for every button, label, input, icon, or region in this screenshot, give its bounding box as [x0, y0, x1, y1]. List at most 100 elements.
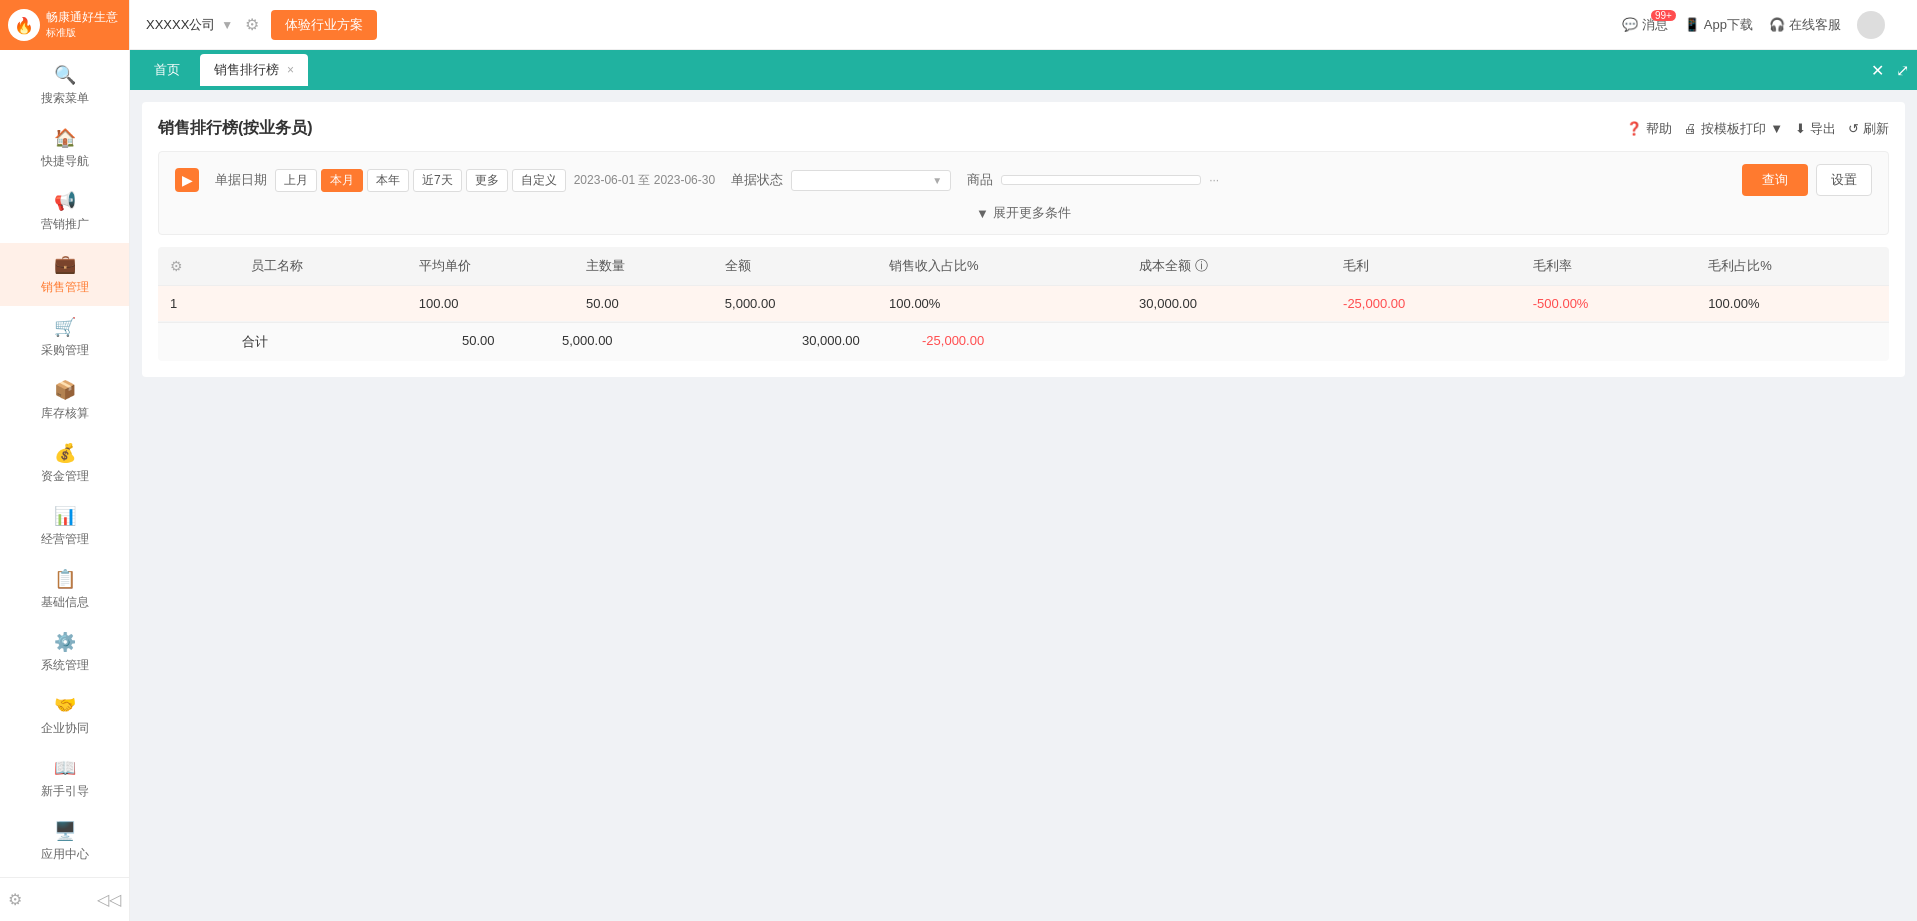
operation-icon: 📊	[54, 505, 76, 527]
cell-gross-rate: -500.00%	[1521, 286, 1696, 322]
sidebar-nav: 🔍 搜索菜单 🏠 快捷导航 📢 营销推广 💼 销售管理 🛒 采购管理 📦 库存核…	[0, 50, 129, 877]
basic-info-icon: 📋	[54, 568, 76, 590]
message-button[interactable]: 💬 消息 99+	[1622, 16, 1668, 34]
sidebar-item-finance[interactable]: 💰 资金管理	[0, 432, 129, 495]
filter-row: ▶ 单据日期 上月 本月 本年 近7天 更多 自定义 2023-06-01 至 …	[175, 164, 1872, 196]
headset-icon: 🎧	[1769, 17, 1785, 32]
company-selector[interactable]: XXXXX公司 ▼	[146, 16, 233, 34]
th-settings: ⚙	[158, 247, 239, 286]
expand-down-icon: ▼	[976, 206, 989, 221]
filter-expand-row: ▼ 展开更多条件	[175, 204, 1872, 222]
status-label: 单据状态	[731, 171, 783, 189]
goods-input[interactable]	[1001, 175, 1201, 185]
status-select[interactable]: ▼	[791, 170, 951, 191]
sidebar-item-system[interactable]: ⚙️ 系统管理	[0, 621, 129, 684]
export-button[interactable]: ⬇ 导出	[1795, 120, 1836, 138]
settings-footer-icon[interactable]: ⚙	[8, 890, 22, 909]
goods-filter-group: 商品 ···	[967, 171, 1219, 189]
topbar-right: 💬 消息 99+ 📱 App下载 🎧 在线客服	[1622, 11, 1901, 39]
home-tab[interactable]: 首页	[138, 50, 196, 90]
marketing-icon: 📢	[54, 190, 76, 212]
footer-cost: 30,000.00	[790, 333, 910, 351]
sidebar-item-guide[interactable]: 📖 新手引导	[0, 747, 129, 810]
app-icon: 📱	[1684, 17, 1700, 32]
company-arrow-icon: ▼	[221, 18, 233, 32]
page-actions: ❓ 帮助 🖨 按模板打印 ▼ ⬇ 导出 ↺ 刷新	[1626, 120, 1889, 138]
sidebar-item-operation[interactable]: 📊 经营管理	[0, 495, 129, 558]
date-buttons: 上月 本月 本年 近7天 更多 自定义 2023-06-01 至 2023-06…	[275, 169, 715, 192]
settings-icon[interactable]: ⚙	[245, 15, 259, 34]
query-button[interactable]: 查询	[1742, 164, 1808, 196]
goods-label: 商品	[967, 171, 993, 189]
window-expand-icon[interactable]: ⤢	[1896, 61, 1909, 80]
sidebar-item-basic-info[interactable]: 📋 基础信息	[0, 558, 129, 621]
filter-expand-arrow[interactable]: ▶	[175, 168, 199, 192]
sidebar-item-enterprise[interactable]: 🤝 企业协同	[0, 684, 129, 747]
logo-icon: 🔥	[8, 9, 40, 41]
th-employee: 员工名称	[239, 247, 406, 286]
print-button[interactable]: 🖨 按模板打印 ▼	[1684, 120, 1783, 138]
app-center-icon: 🖥️	[54, 820, 76, 842]
window-close-icon[interactable]: ✕	[1871, 61, 1884, 80]
content-area: 销售排行榜(按业务员) ❓ 帮助 🖨 按模板打印 ▼ ⬇ 导出	[130, 90, 1917, 921]
sidebar-item-search-menu[interactable]: 🔍 搜索菜单	[0, 54, 129, 117]
sidebar-item-purchase[interactable]: 🛒 采购管理	[0, 306, 129, 369]
th-gross-pct: 毛利占比%	[1696, 247, 1889, 286]
data-table: ⚙ 员工名称 平均单价 主数量 全额 销售收入占比% 成本全额 ⓘ 毛利 毛利率…	[158, 247, 1889, 322]
sidebar-item-quick-nav[interactable]: 🏠 快捷导航	[0, 117, 129, 180]
sales-ranking-tab[interactable]: 销售排行榜 ×	[200, 54, 308, 86]
trial-button[interactable]: 体验行业方案	[271, 10, 377, 40]
setting-button[interactable]: 设置	[1816, 164, 1872, 196]
th-cost: 成本全额 ⓘ	[1127, 247, 1331, 286]
this-month-button[interactable]: 本月	[321, 169, 363, 192]
app-download-button[interactable]: 📱 App下载	[1684, 16, 1753, 34]
column-settings-icon[interactable]: ⚙	[170, 258, 183, 274]
sidebar-item-app-center[interactable]: 🖥️ 应用中心	[0, 810, 129, 873]
avatar[interactable]	[1857, 11, 1885, 39]
sidebar-item-sales[interactable]: 💼 销售管理	[0, 243, 129, 306]
last-month-button[interactable]: 上月	[275, 169, 317, 192]
table-body: 1 100.00 50.00 5,000.00 100.00% 30,000.0…	[158, 286, 1889, 322]
logo-text: 畅康通好生意 标准版	[46, 10, 118, 40]
export-icon: ⬇	[1795, 121, 1806, 136]
guide-icon: 📖	[54, 757, 76, 779]
refresh-button[interactable]: ↺ 刷新	[1848, 120, 1889, 138]
tab-label: 销售排行榜	[214, 61, 279, 79]
print-arrow-icon: ▼	[1770, 121, 1783, 136]
home-icon: 🏠	[54, 127, 76, 149]
sidebar-logo: 🔥 畅康通好生意 标准版	[0, 0, 129, 50]
tab-close-icon[interactable]: ×	[287, 63, 294, 77]
sidebar-item-marketing[interactable]: 📢 营销推广	[0, 180, 129, 243]
date-filter-group: 单据日期 上月 本月 本年 近7天 更多 自定义 2023-06-01 至 20…	[215, 169, 715, 192]
page-title: 销售排行榜(按业务员)	[158, 118, 313, 139]
online-service-button[interactable]: 🎧 在线客服	[1769, 16, 1841, 34]
purchase-icon: 🛒	[54, 316, 76, 338]
collapse-icon[interactable]: ◁◁	[97, 890, 121, 909]
th-gross-rate: 毛利率	[1521, 247, 1696, 286]
this-year-button[interactable]: 本年	[367, 169, 409, 192]
sidebar-footer: ⚙ ◁◁	[0, 877, 129, 921]
main-area: XXXXX公司 ▼ ⚙ 体验行业方案 💬 消息 99+ 📱 App下载 🎧 在线…	[130, 0, 1917, 921]
th-total: 全额	[713, 247, 877, 286]
cell-avg-price: 100.00	[407, 286, 574, 322]
cell-rank: 1	[158, 286, 239, 322]
footer-gross: -25,000.00	[910, 333, 996, 351]
status-select-arrow-icon: ▼	[932, 175, 942, 186]
inventory-icon: 📦	[54, 379, 76, 401]
help-icon: ❓	[1626, 121, 1642, 136]
more-button[interactable]: 更多	[466, 169, 508, 192]
expand-more-link[interactable]: ▼ 展开更多条件	[976, 204, 1071, 222]
th-gross: 毛利	[1331, 247, 1521, 286]
last7-button[interactable]: 近7天	[413, 169, 462, 192]
cell-cost: 30,000.00	[1127, 286, 1331, 322]
sidebar-item-inventory[interactable]: 📦 库存核算	[0, 369, 129, 432]
search-icon: 🔍	[54, 64, 76, 86]
custom-button[interactable]: 自定义	[512, 169, 566, 192]
cell-employee	[239, 286, 406, 322]
th-avg-price: 平均单价	[407, 247, 574, 286]
print-icon: 🖨	[1684, 121, 1697, 136]
footer-label: 合计	[230, 333, 350, 351]
system-icon: ⚙️	[54, 631, 76, 653]
help-button[interactable]: ❓ 帮助	[1626, 120, 1672, 138]
goods-more-icon[interactable]: ···	[1209, 173, 1219, 187]
